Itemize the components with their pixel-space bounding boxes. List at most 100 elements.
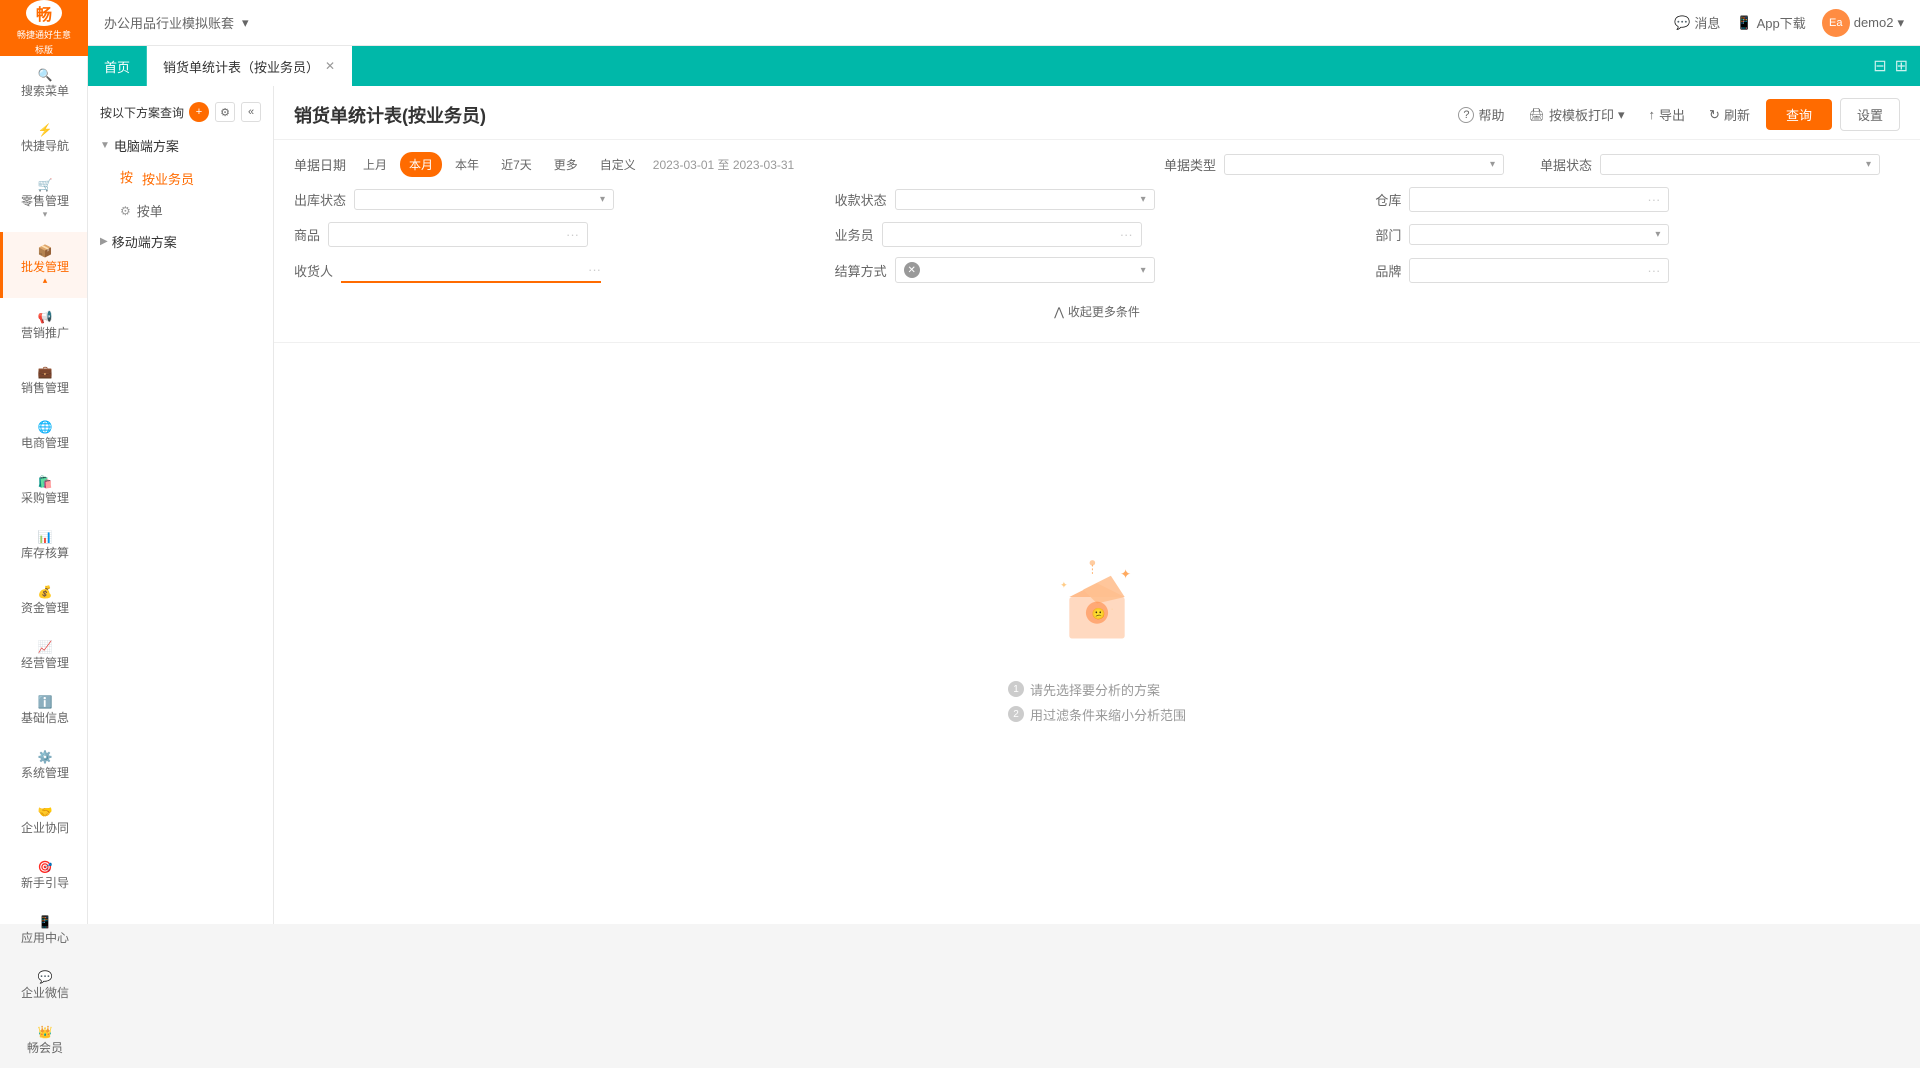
filter-row-1: 单据日期 上月 本月 本年 近7天 更多 自定义 2023-03-01 至 20… <box>294 152 1900 177</box>
sidebar-item-label: 系统管理 <box>21 764 69 781</box>
tip-number-1: 1 <box>1008 681 1024 697</box>
sidebar-item-app-center[interactable]: 📱 应用中心 <box>0 903 87 958</box>
consignee-filter: 收货人 ··· <box>294 258 819 283</box>
collapse-more-button[interactable]: ⋀ 收起更多条件 <box>1048 297 1146 326</box>
empty-illustration: ✦ ✦ · 😕 <box>1037 537 1157 660</box>
date-btn-last-month[interactable]: 上月 <box>354 152 396 177</box>
goods-select[interactable]: ··· <box>328 222 588 247</box>
salesperson-icon: 按 <box>120 167 142 189</box>
panel-add-button[interactable]: + <box>189 102 209 122</box>
filter-area: 单据日期 上月 本月 本年 近7天 更多 自定义 2023-03-01 至 20… <box>274 140 1920 343</box>
sidebar-item-marketing[interactable]: 📢 营销推广 <box>0 298 87 353</box>
sidebar-item-finance[interactable]: 💰 资金管理 <box>0 573 87 628</box>
dept-select[interactable]: ▾ <box>1409 224 1669 245</box>
ecommerce-icon: 🌐 <box>38 420 53 434</box>
warehouse-label: 仓库 <box>1375 190 1401 209</box>
tab-sales-stats[interactable]: 销货单统计表（按业务员） ✕ <box>147 46 352 86</box>
filter-row-3: 商品 ··· 业务员 ··· 部门 <box>294 222 1900 247</box>
tree-item-pc[interactable]: ▼ 电脑端方案 <box>88 130 273 161</box>
sidebar-item-inventory[interactable]: 📊 库存核算 <box>0 518 87 573</box>
sidebar-item-ecommerce[interactable]: 🌐 电商管理 <box>0 408 87 463</box>
date-btn-this-month[interactable]: 本月 <box>400 152 442 177</box>
brand-select[interactable]: ··· <box>1409 258 1669 283</box>
tree-sub-item-by-order[interactable]: ⚙ 按单 <box>88 195 273 226</box>
sidebar-item-basic-info[interactable]: ℹ️ 基础信息 <box>0 683 87 738</box>
doc-type-select[interactable]: ▾ <box>1224 154 1504 175</box>
date-btn-custom[interactable]: 自定义 <box>591 152 645 177</box>
salesperson-select[interactable]: ··· <box>882 222 1142 247</box>
sales-icon: 💼 <box>38 365 53 379</box>
tab-close-button[interactable]: ✕ <box>325 59 335 73</box>
panel-settings-button[interactable]: ⚙ <box>215 102 235 122</box>
tree-sub-item-salesperson[interactable]: 按 按业务员 <box>88 161 273 195</box>
top-header: 办公用品行业模拟账套 ▾ 💬 消息 📱 App下载 Ea demo2 ▾ <box>88 0 1920 46</box>
sidebar-item-newbie[interactable]: 🎯 新手引导 <box>0 848 87 903</box>
tree-item-mobile[interactable]: ▶ 移动端方案 <box>88 226 273 257</box>
sidebar-item-label: 经营管理 <box>21 654 69 671</box>
panel-collapse-button[interactable]: « <box>241 102 261 122</box>
query-button[interactable]: 查询 <box>1766 99 1832 130</box>
tab-home[interactable]: 首页 <box>88 46 147 86</box>
sidebar-item-retail[interactable]: 🛒 零售管理 ▾ <box>0 166 87 232</box>
goods-label: 商品 <box>294 225 320 244</box>
brand-label: 品牌 <box>1375 261 1401 280</box>
sidebar-item-enterprise[interactable]: 🤝 企业协同 <box>0 793 87 848</box>
sidebar-item-corp-wechat[interactable]: 💬 企业微信 <box>0 958 87 1013</box>
doc-type-filter: 单据类型 ▾ <box>1164 154 1524 175</box>
logo[interactable]: 畅 畅捷通好生意 标版 <box>0 0 88 56</box>
consignee-dots: ··· <box>588 262 601 277</box>
collapse-label: 收起更多条件 <box>1068 303 1140 320</box>
template-print-button[interactable]: 🖨 按模板打印 ▾ <box>1520 101 1632 128</box>
sidebar-item-label: 销售管理 <box>21 379 69 396</box>
receipt-status-select[interactable]: ▾ <box>895 189 1155 210</box>
consignee-input[interactable] <box>341 262 588 277</box>
sidebar-item-purchase[interactable]: 🛍️ 采购管理 <box>0 463 87 518</box>
avatar: Ea <box>1822 9 1850 37</box>
logo-text: 畅捷通好生意 <box>17 28 71 41</box>
date-btn-more[interactable]: 更多 <box>545 152 587 177</box>
basic-info-icon: ℹ️ <box>38 695 53 709</box>
export-label: 导出 <box>1659 105 1685 124</box>
export-button[interactable]: ↑ 导出 <box>1641 101 1694 128</box>
settlement-x-btn[interactable]: ✕ <box>904 262 920 278</box>
out-status-select[interactable]: ▾ <box>354 189 614 210</box>
collapse-row: ⋀ 收起更多条件 <box>294 293 1900 330</box>
marketing-icon: 📢 <box>38 310 53 324</box>
page-title: 销货单统计表(按业务员) <box>294 102 486 128</box>
doc-status-filter: 单据状态 ▾ <box>1540 154 1900 175</box>
left-panel: 按以下方案查询 + ⚙ « ▼ 电脑端方案 按 按业务员 ⚙ 按单 <box>88 86 274 924</box>
sidebar-item-quick-nav[interactable]: ⚡ 快捷导航 <box>0 111 87 166</box>
help-button[interactable]: ? 帮助 <box>1450 101 1512 128</box>
goods-dots: ··· <box>566 227 579 242</box>
template-print-label: 按模板打印 <box>1549 105 1614 124</box>
tab-maximize-button[interactable]: ⊞ <box>1895 56 1908 76</box>
consignee-input-wrapper: ··· <box>341 258 601 283</box>
quick-nav-icon: ⚡ <box>38 123 53 137</box>
settings-button[interactable]: 设置 <box>1840 98 1900 131</box>
date-btn-last-7[interactable]: 近7天 <box>492 152 541 177</box>
enterprise-icon: 🤝 <box>38 805 53 819</box>
app-download-button[interactable]: 📱 App下载 <box>1736 13 1805 32</box>
sidebar-item-sales[interactable]: 💼 销售管理 <box>0 353 87 408</box>
tree-item-label: 电脑端方案 <box>114 136 179 155</box>
svg-text:✦: ✦ <box>1120 567 1131 582</box>
help-icon: ? <box>1458 107 1474 123</box>
settlement-select[interactable]: ✕ ▾ <box>895 257 1155 283</box>
sidebar-item-label: 搜索菜单 <box>21 82 69 99</box>
refresh-button[interactable]: ↻ 刷新 <box>1701 101 1758 128</box>
user-menu[interactable]: Ea demo2 ▾ <box>1822 9 1904 37</box>
sidebar-item-search[interactable]: 🔍 搜索菜单 <box>0 56 87 111</box>
message-button[interactable]: 💬 消息 <box>1674 13 1720 32</box>
sidebar-item-label: 采购管理 <box>21 489 69 506</box>
warehouse-select[interactable]: ··· <box>1409 187 1669 212</box>
sidebar-item-operations[interactable]: 📈 经营管理 <box>0 628 87 683</box>
tab-minimize-button[interactable]: ⊟ <box>1873 56 1886 76</box>
sidebar: 畅 畅捷通好生意 标版 🔍 搜索菜单 ⚡ 快捷导航 🛒 零售管理 ▾ 📦 批发管… <box>0 0 88 924</box>
dropdown-arrow[interactable]: ▾ <box>242 15 249 31</box>
date-btn-this-year[interactable]: 本年 <box>446 152 488 177</box>
sidebar-item-wholesale[interactable]: 📦 批发管理 ▴ <box>0 232 87 298</box>
salesperson-label: 业务员 <box>835 225 874 244</box>
doc-status-select[interactable]: ▾ <box>1600 154 1880 175</box>
sidebar-item-member[interactable]: 👑 畅会员 <box>0 1013 87 1068</box>
sidebar-item-system[interactable]: ⚙️ 系统管理 <box>0 738 87 793</box>
